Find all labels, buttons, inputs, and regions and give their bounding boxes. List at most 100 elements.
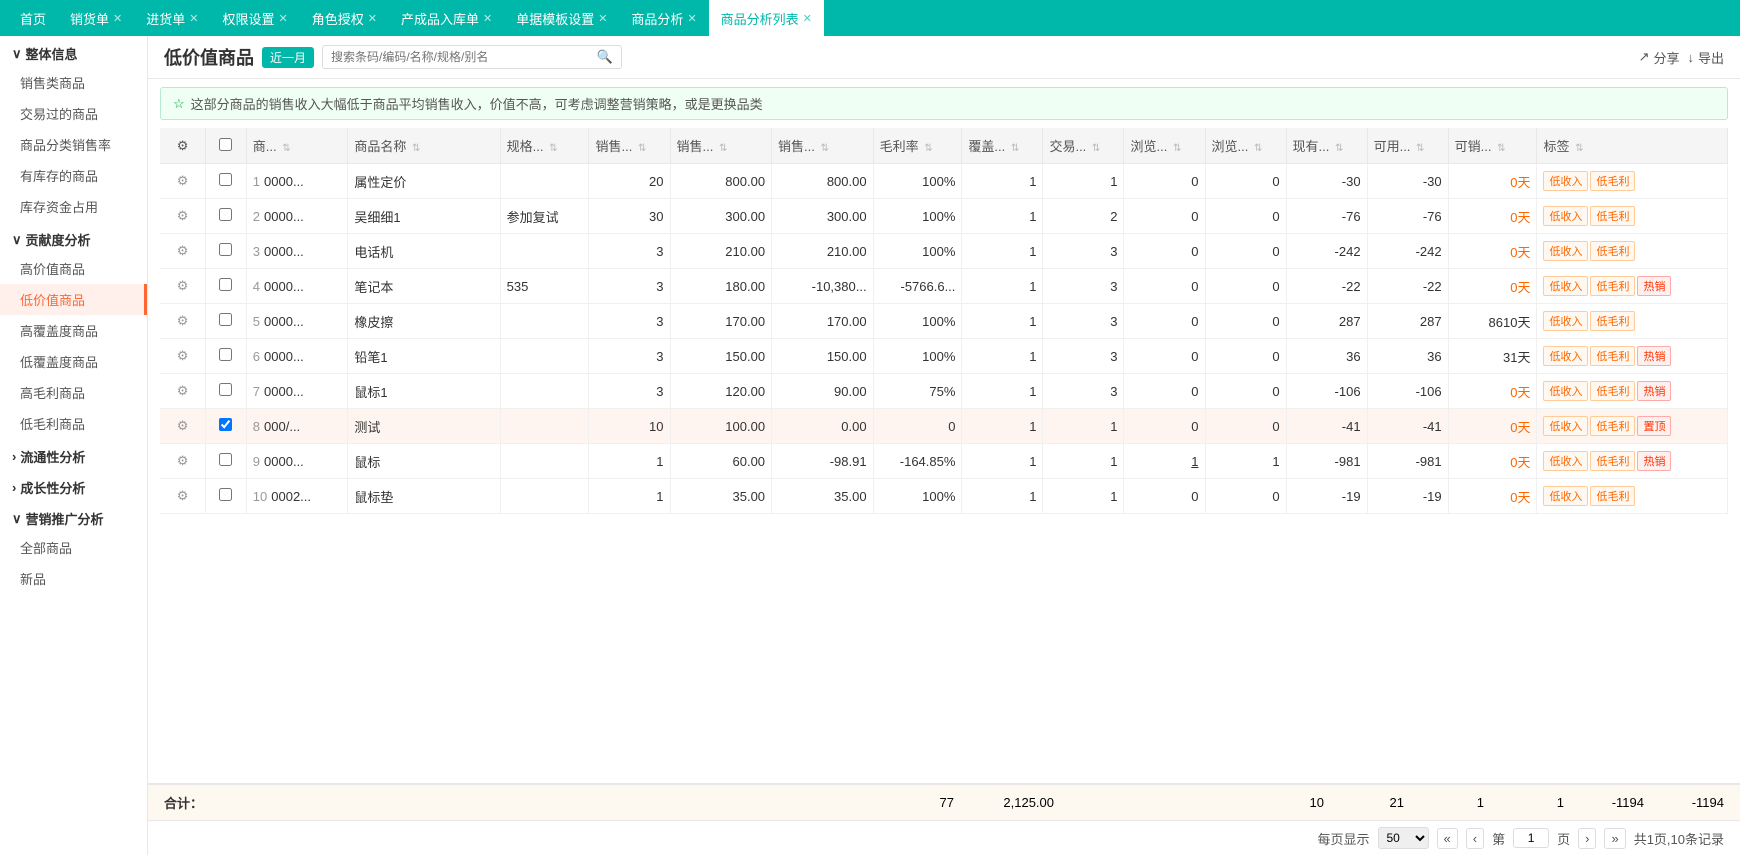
row-views1[interactable]: 1 (1124, 444, 1205, 479)
sidebar-item-all-products[interactable]: 全部商品 (0, 532, 147, 563)
sidebar-item-stocked-products[interactable]: 有库存的商品 (0, 160, 147, 191)
checkbox-cell[interactable] (206, 444, 247, 479)
gear-cell[interactable]: ⚙ (160, 304, 206, 339)
col-views2[interactable]: 浏览... ⇅ (1205, 128, 1286, 164)
sidebar-item-new-products[interactable]: 新品 (0, 563, 147, 594)
col-checkbox[interactable] (206, 128, 247, 164)
row-checkbox[interactable] (219, 278, 232, 291)
col-gear[interactable]: ⚙ (160, 128, 206, 164)
col-spec[interactable]: 规格... ⇅ (500, 128, 589, 164)
close-icon[interactable]: ✕ (598, 12, 607, 25)
first-page-button[interactable]: « (1437, 828, 1458, 849)
col-tags[interactable]: 标签 ⇅ (1537, 128, 1728, 164)
sidebar-item-traded-products[interactable]: 交易过的商品 (0, 98, 147, 129)
gear-cell[interactable]: ⚙ (160, 409, 206, 444)
next-page-button[interactable]: › (1578, 828, 1596, 849)
content-header: 低价值商品 近一月 🔍 ↗ 分享 ↓ 导出 (148, 36, 1740, 79)
checkbox-cell[interactable] (206, 304, 247, 339)
close-icon[interactable]: ✕ (483, 12, 492, 25)
row-checkbox[interactable] (219, 383, 232, 396)
search-input[interactable] (331, 50, 597, 64)
sidebar-item-high-margin[interactable]: 高毛利商品 (0, 377, 147, 408)
gear-cell[interactable]: ⚙ (160, 479, 206, 514)
row-checkbox[interactable] (219, 348, 232, 361)
gear-cell[interactable]: ⚙ (160, 444, 206, 479)
sidebar-group-marketing[interactable]: ∨ 营销推广分析 (0, 501, 147, 532)
row-checkbox[interactable] (219, 418, 232, 431)
row-views1: 0 (1124, 339, 1205, 374)
close-icon[interactable]: ✕ (113, 12, 122, 25)
nav-roles[interactable]: 角色授权✕ (300, 0, 389, 36)
col-transaction[interactable]: 交易... ⇅ (1043, 128, 1124, 164)
checkbox-cell[interactable] (206, 374, 247, 409)
row-available-stock: -242 (1367, 234, 1448, 269)
close-icon[interactable]: ✕ (189, 12, 198, 25)
sidebar-group-overall[interactable]: ∨ 整体信息 (0, 36, 147, 67)
row-sale-qty: 3 (589, 269, 670, 304)
col-current-stock[interactable]: 现有... ⇅ (1286, 128, 1367, 164)
sidebar-item-low-coverage[interactable]: 低覆盖度商品 (0, 346, 147, 377)
nav-templates[interactable]: 单据模板设置✕ (504, 0, 619, 36)
time-badge[interactable]: 近一月 (262, 47, 314, 68)
export-button[interactable]: ↓ 导出 (1687, 48, 1724, 67)
checkbox-cell[interactable] (206, 479, 247, 514)
sidebar-item-high-coverage[interactable]: 高覆盖度商品 (0, 315, 147, 346)
nav-permissions[interactable]: 权限设置✕ (210, 0, 299, 36)
col-available-stock[interactable]: 可用... ⇅ (1367, 128, 1448, 164)
sidebar-group-contribution[interactable]: ∨ 贡献度分析 (0, 222, 147, 253)
col-name[interactable]: 商品名称 ⇅ (348, 128, 500, 164)
per-page-select[interactable]: 50 100 200 (1378, 827, 1429, 849)
sidebar-item-sales-products[interactable]: 销售类商品 (0, 67, 147, 98)
col-views1[interactable]: 浏览... ⇅ (1124, 128, 1205, 164)
col-sellable-days[interactable]: 可销... ⇅ (1448, 128, 1537, 164)
sidebar-item-high-value[interactable]: 高价值商品 (0, 253, 147, 284)
close-icon[interactable]: ✕ (687, 12, 696, 25)
sidebar-item-category-sales-rate[interactable]: 商品分类销售率 (0, 129, 147, 160)
sidebar-item-low-margin[interactable]: 低毛利商品 (0, 408, 147, 439)
close-icon[interactable]: ✕ (803, 12, 812, 25)
checkbox-cell[interactable] (206, 164, 247, 199)
col-sale-amount[interactable]: 销售... ⇅ (670, 128, 772, 164)
row-checkbox[interactable] (219, 243, 232, 256)
row-checkbox[interactable] (219, 208, 232, 221)
gear-cell[interactable]: ⚙ (160, 164, 206, 199)
search-box[interactable]: 🔍 (322, 45, 622, 69)
row-sale-amount: 100.00 (670, 409, 772, 444)
prev-page-button[interactable]: ‹ (1466, 828, 1484, 849)
sidebar-group-circulation[interactable]: › 流通性分析 (0, 439, 147, 470)
sidebar-group-growth[interactable]: › 成长性分析 (0, 470, 147, 501)
nav-product-entry[interactable]: 产成品入库单✕ (389, 0, 504, 36)
row-checkbox[interactable] (219, 453, 232, 466)
page-number-input[interactable] (1513, 828, 1549, 848)
gear-cell[interactable]: ⚙ (160, 199, 206, 234)
sidebar-item-stock-capital[interactable]: 库存资金占用 (0, 191, 147, 222)
nav-home[interactable]: 首页 (8, 0, 58, 36)
last-page-button[interactable]: » (1604, 828, 1625, 849)
row-checkbox[interactable] (219, 313, 232, 326)
row-checkbox[interactable] (219, 488, 232, 501)
sidebar-item-low-value[interactable]: 低价值商品 (0, 284, 147, 315)
col-gross-margin[interactable]: 毛利率 ⇅ (873, 128, 962, 164)
checkbox-cell[interactable] (206, 409, 247, 444)
row-checkbox[interactable] (219, 173, 232, 186)
gear-cell[interactable]: ⚙ (160, 339, 206, 374)
close-icon[interactable]: ✕ (279, 12, 288, 25)
select-all-checkbox[interactable] (219, 138, 232, 151)
checkbox-cell[interactable] (206, 269, 247, 304)
gear-cell[interactable]: ⚙ (160, 374, 206, 409)
col-coverage[interactable]: 覆盖... ⇅ (962, 128, 1043, 164)
gear-cell[interactable]: ⚙ (160, 234, 206, 269)
nav-purchase[interactable]: 进货单✕ (134, 0, 210, 36)
share-button[interactable]: ↗ 分享 (1639, 48, 1680, 67)
nav-analysis[interactable]: 商品分析✕ (619, 0, 708, 36)
checkbox-cell[interactable] (206, 234, 247, 269)
gear-cell[interactable]: ⚙ (160, 269, 206, 304)
close-icon[interactable]: ✕ (368, 12, 377, 25)
checkbox-cell[interactable] (206, 339, 247, 374)
col-sale-profit[interactable]: 销售... ⇅ (772, 128, 874, 164)
nav-analysis-list[interactable]: 商品分析列表✕ (709, 0, 824, 36)
checkbox-cell[interactable] (206, 199, 247, 234)
col-sale-qty[interactable]: 销售... ⇅ (589, 128, 670, 164)
nav-sales[interactable]: 销货单✕ (58, 0, 134, 36)
col-code[interactable]: 商... ⇅ (246, 128, 348, 164)
